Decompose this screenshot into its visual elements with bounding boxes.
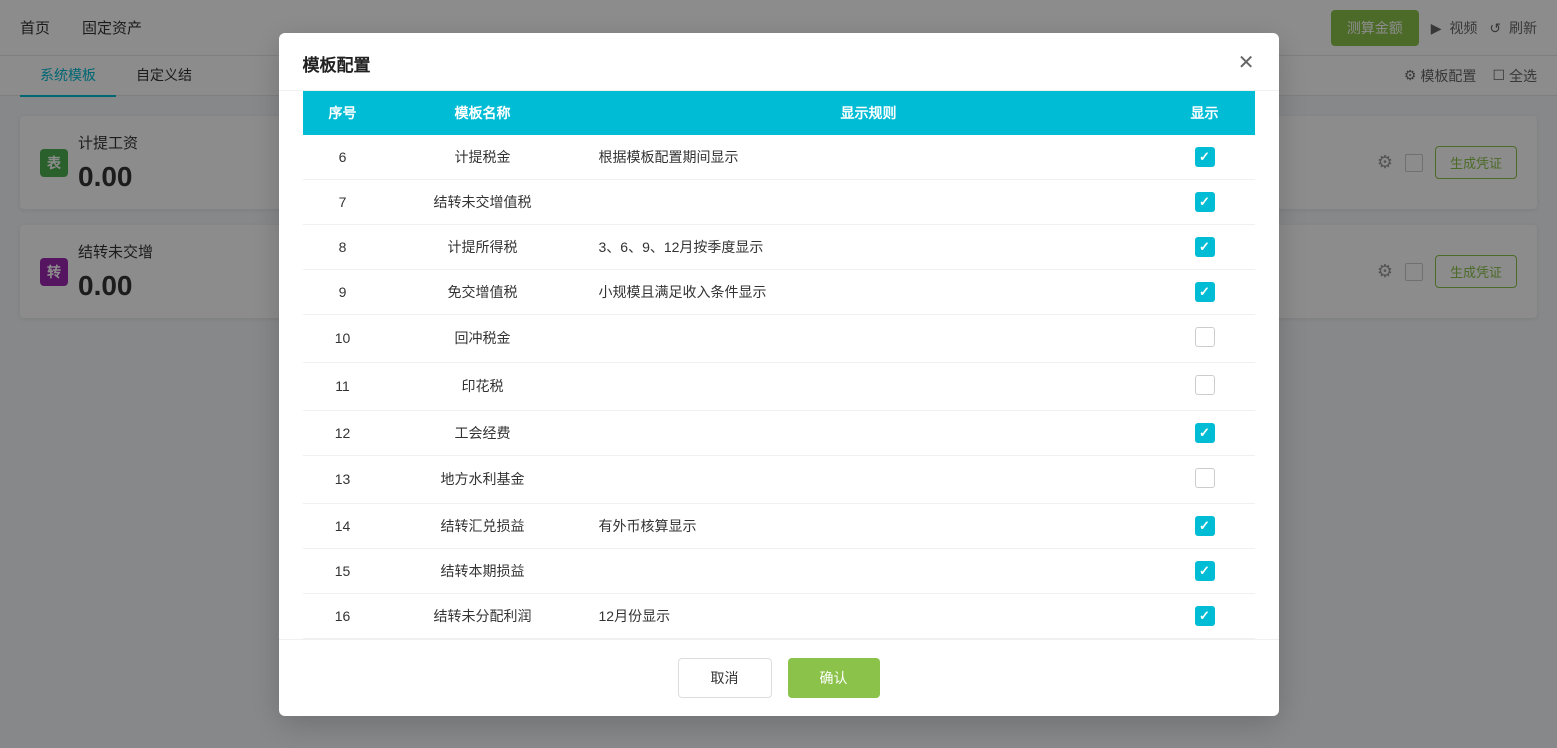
cell-rule bbox=[583, 362, 1155, 410]
checkbox-11[interactable] bbox=[1195, 375, 1215, 395]
cell-rule bbox=[583, 455, 1155, 503]
cell-rule: 3、6、9、12月按季度显示 bbox=[583, 224, 1155, 269]
cell-checkbox[interactable] bbox=[1155, 362, 1255, 410]
cell-name: 印花税 bbox=[383, 362, 583, 410]
col-rule: 显示规则 bbox=[583, 91, 1155, 135]
cell-checkbox[interactable] bbox=[1155, 269, 1255, 314]
col-index: 序号 bbox=[303, 91, 383, 135]
cell-name: 结转本期损益 bbox=[383, 548, 583, 593]
cell-id: 9 bbox=[303, 269, 383, 314]
col-display: 显示 bbox=[1155, 91, 1255, 135]
cell-rule bbox=[583, 314, 1155, 362]
confirm-button[interactable]: 确认 bbox=[788, 658, 880, 698]
cell-name: 计提税金 bbox=[383, 135, 583, 180]
cell-rule: 根据模板配置期间显示 bbox=[583, 135, 1155, 180]
checkbox-16[interactable] bbox=[1195, 606, 1215, 626]
col-name: 模板名称 bbox=[383, 91, 583, 135]
table-row: 8计提所得税3、6、9、12月按季度显示 bbox=[303, 224, 1255, 269]
checkbox-15[interactable] bbox=[1195, 561, 1215, 581]
cell-id: 14 bbox=[303, 503, 383, 548]
cell-name: 结转未交增值税 bbox=[383, 179, 583, 224]
checkbox-9[interactable] bbox=[1195, 282, 1215, 302]
table-row: 15结转本期损益 bbox=[303, 548, 1255, 593]
checkbox-10[interactable] bbox=[1195, 327, 1215, 347]
cell-checkbox[interactable] bbox=[1155, 455, 1255, 503]
table-row: 16结转未分配利润12月份显示 bbox=[303, 593, 1255, 638]
table-row: 7结转未交增值税 bbox=[303, 179, 1255, 224]
table-row: 9免交增值税小规模且满足收入条件显示 bbox=[303, 269, 1255, 314]
cell-name: 免交增值税 bbox=[383, 269, 583, 314]
cell-rule bbox=[583, 548, 1155, 593]
cell-checkbox[interactable] bbox=[1155, 224, 1255, 269]
cell-name: 地方水利基金 bbox=[383, 455, 583, 503]
cell-checkbox[interactable] bbox=[1155, 593, 1255, 638]
table-row: 10回冲税金 bbox=[303, 314, 1255, 362]
checkbox-8[interactable] bbox=[1195, 237, 1215, 257]
cell-id: 15 bbox=[303, 548, 383, 593]
cell-id: 11 bbox=[303, 362, 383, 410]
checkbox-6[interactable] bbox=[1195, 147, 1215, 167]
cell-id: 6 bbox=[303, 135, 383, 180]
checkbox-7[interactable] bbox=[1195, 192, 1215, 212]
dialog-close-button[interactable]: ✕ bbox=[1238, 53, 1255, 73]
checkbox-12[interactable] bbox=[1195, 423, 1215, 443]
dialog-footer: 取消 确认 bbox=[279, 639, 1279, 716]
cell-rule: 小规模且满足收入条件显示 bbox=[583, 269, 1155, 314]
table-row: 13地方水利基金 bbox=[303, 455, 1255, 503]
cancel-button[interactable]: 取消 bbox=[678, 658, 772, 698]
table-row: 11印花税 bbox=[303, 362, 1255, 410]
table-header: 序号 模板名称 显示规则 显示 bbox=[303, 91, 1255, 135]
cell-rule: 有外币核算显示 bbox=[583, 503, 1155, 548]
dialog-body: 序号 模板名称 显示规则 显示 6计提税金根据模板配置期间显示7结转未交增值税8… bbox=[279, 91, 1279, 639]
cell-id: 13 bbox=[303, 455, 383, 503]
cell-checkbox[interactable] bbox=[1155, 179, 1255, 224]
table-row: 14结转汇兑损益有外币核算显示 bbox=[303, 503, 1255, 548]
dialog-header: 模板配置 ✕ bbox=[279, 33, 1279, 91]
cell-name: 计提所得税 bbox=[383, 224, 583, 269]
cell-checkbox[interactable] bbox=[1155, 548, 1255, 593]
table-row: 12工会经费 bbox=[303, 410, 1255, 455]
checkbox-13[interactable] bbox=[1195, 468, 1215, 488]
cell-id: 10 bbox=[303, 314, 383, 362]
cell-id: 7 bbox=[303, 179, 383, 224]
cell-id: 16 bbox=[303, 593, 383, 638]
dialog-title: 模板配置 bbox=[303, 51, 371, 76]
cell-checkbox[interactable] bbox=[1155, 503, 1255, 548]
cell-name: 结转汇兑损益 bbox=[383, 503, 583, 548]
cell-rule bbox=[583, 410, 1155, 455]
cell-id: 12 bbox=[303, 410, 383, 455]
cell-name: 工会经费 bbox=[383, 410, 583, 455]
cell-checkbox[interactable] bbox=[1155, 410, 1255, 455]
checkbox-14[interactable] bbox=[1195, 516, 1215, 536]
cell-id: 8 bbox=[303, 224, 383, 269]
cell-name: 结转未分配利润 bbox=[383, 593, 583, 638]
cell-checkbox[interactable] bbox=[1155, 314, 1255, 362]
cell-checkbox[interactable] bbox=[1155, 135, 1255, 180]
cell-name: 回冲税金 bbox=[383, 314, 583, 362]
table-body: 6计提税金根据模板配置期间显示7结转未交增值税8计提所得税3、6、9、12月按季… bbox=[303, 135, 1255, 639]
cell-rule bbox=[583, 179, 1155, 224]
modal-overlay: 模板配置 ✕ 序号 模板名称 显示规则 显示 6计提税金根据模板配置期间显示7结… bbox=[0, 0, 1557, 748]
table-row: 6计提税金根据模板配置期间显示 bbox=[303, 135, 1255, 180]
template-config-dialog: 模板配置 ✕ 序号 模板名称 显示规则 显示 6计提税金根据模板配置期间显示7结… bbox=[279, 33, 1279, 716]
config-table: 序号 模板名称 显示规则 显示 6计提税金根据模板配置期间显示7结转未交增值税8… bbox=[303, 91, 1255, 639]
cell-rule: 12月份显示 bbox=[583, 593, 1155, 638]
